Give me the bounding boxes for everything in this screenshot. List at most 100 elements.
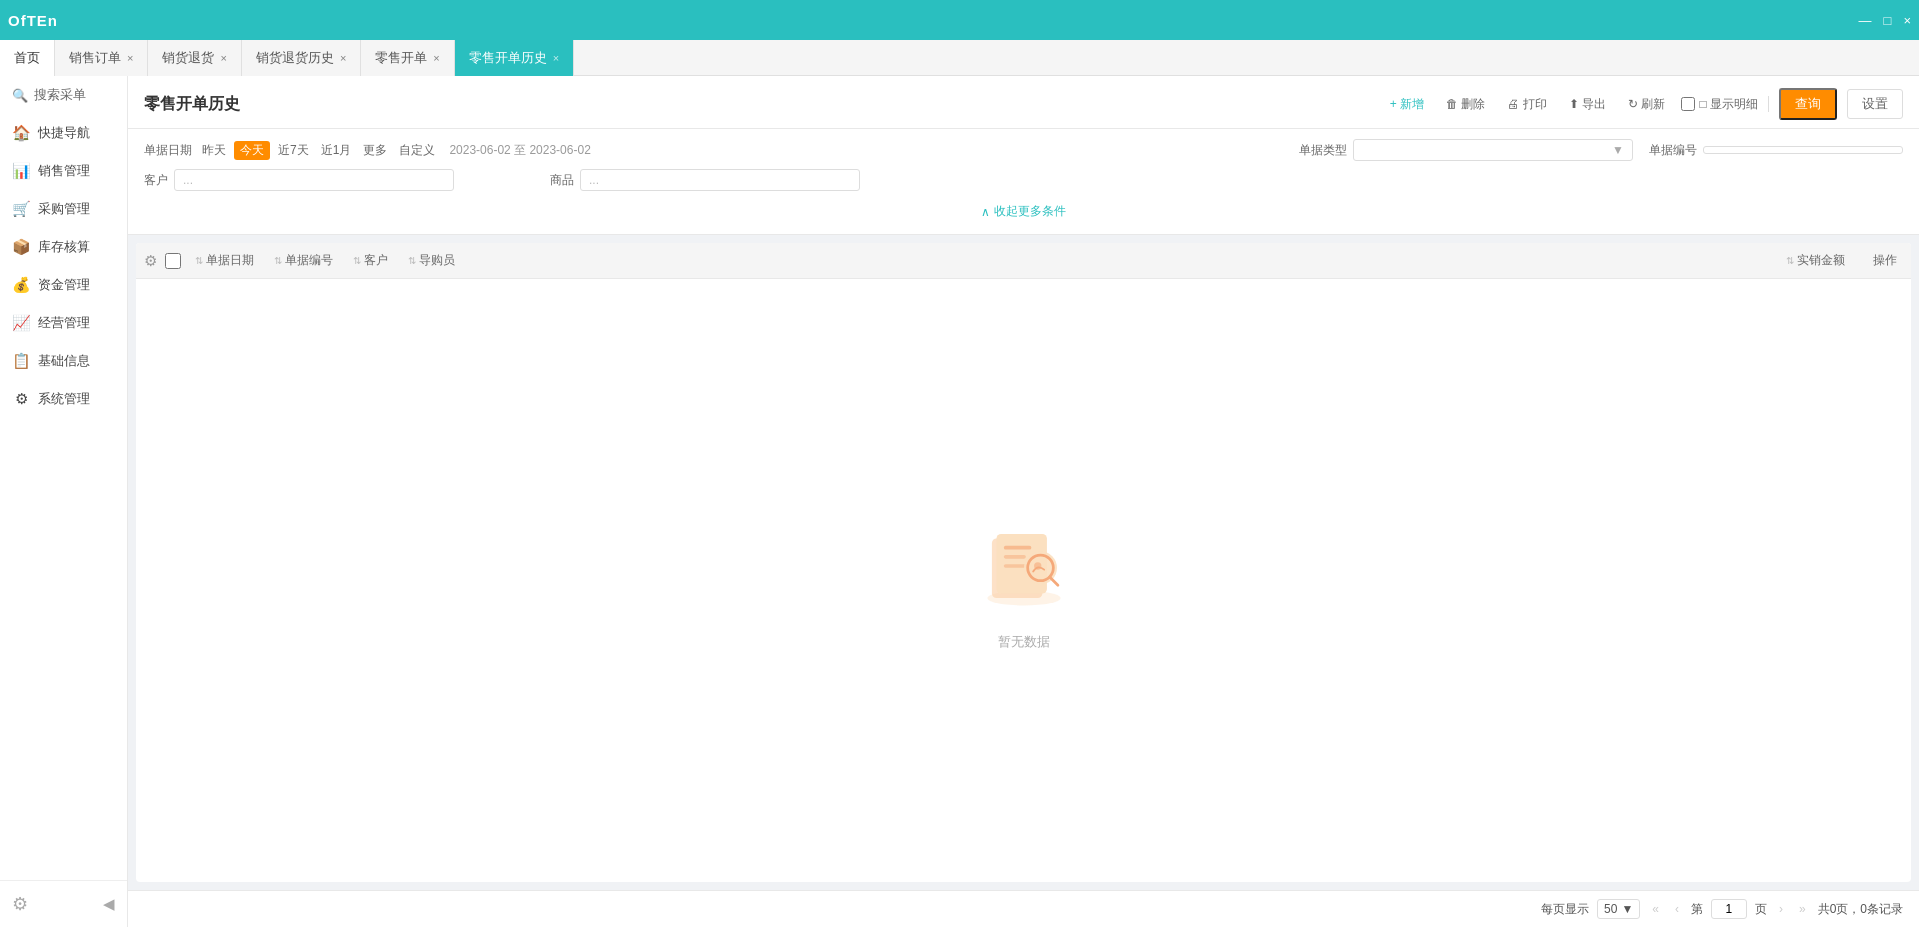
col-header-number[interactable]: ⇅ 单据编号 <box>268 252 339 269</box>
table-container: ⚙ ⇅ 单据日期 ⇅ 单据编号 ⇅ 客户 ⇅ 导购员 <box>136 243 1911 882</box>
last-page-btn[interactable]: » <box>1795 900 1810 918</box>
tab-close-retail-open[interactable]: × <box>433 52 439 64</box>
sidebar-icon-basic-info: 📋 <box>12 352 30 370</box>
minimize-btn[interactable]: — <box>1859 13 1872 28</box>
sidebar-search[interactable]: 🔍 搜索采单 <box>0 76 127 114</box>
type-filter-arrow: ▼ <box>1612 143 1624 157</box>
number-filter-input[interactable] <box>1703 146 1903 154</box>
maximize-btn[interactable]: □ <box>1884 13 1892 28</box>
col-guide-label: 导购员 <box>419 252 455 269</box>
main-layout: 🔍 搜索采单 🏠快捷导航📊销售管理 🛒 采购管理 📦库存核算💰资金管理📈经营管理 📋 基础… <box>0 76 1919 927</box>
col-number-label: 单据编号 <box>285 252 333 269</box>
svg-rect-3 <box>1003 545 1031 549</box>
page-size-select[interactable]: 50 ▼ <box>1597 899 1640 919</box>
sidebar-label-sales: 销售管理 <box>38 162 90 180</box>
tab-close-retail-open-history[interactable]: × <box>553 52 559 64</box>
app-logo: OfTEn <box>8 12 58 29</box>
col-sort-icon-5: ⇅ <box>1786 255 1794 266</box>
goods-filter: 商品 ... <box>550 169 860 191</box>
goods-filter-label: 商品 <box>550 172 574 189</box>
sidebar-item-operations[interactable]: 📈经营管理 <box>0 304 127 342</box>
sidebar-label-purchase: 采购管理 <box>38 200 90 218</box>
refresh-button[interactable]: ↻ 刷新 <box>1622 92 1671 117</box>
sidebar-item-system[interactable]: ⚙ 系统管理 <box>0 380 127 418</box>
customer-filter-input[interactable]: ... <box>174 169 454 191</box>
display-detail-toggle[interactable]: □ 显示明细 <box>1681 96 1758 113</box>
date-tab-自定义[interactable]: 自定义 <box>395 141 439 160</box>
delete-button[interactable]: 🗑 删除 <box>1440 92 1491 117</box>
col-sort-icon-4: ⇅ <box>408 255 416 266</box>
sidebar-item-finance[interactable]: 💰资金管理 <box>0 266 127 304</box>
tab-sales-return-history[interactable]: 销货退货历史× <box>242 40 361 76</box>
date-tab-更多[interactable]: 更多 <box>359 141 391 160</box>
tab-sales-order[interactable]: 销售订单× <box>55 40 148 76</box>
col-right: ⇅ 实销金额 操作 <box>1780 252 1903 269</box>
tab-close-sales-order[interactable]: × <box>127 52 133 64</box>
customer-filter-label: 客户 <box>144 172 168 189</box>
add-button[interactable]: + 新增 <box>1384 92 1430 117</box>
sidebar-label-system: 系统管理 <box>38 390 90 408</box>
tab-label-sales-return: 销货退货 <box>162 49 214 67</box>
query-button[interactable]: 查询 <box>1779 88 1837 120</box>
col-header-date[interactable]: ⇅ 单据日期 <box>189 252 260 269</box>
settings-button[interactable]: 设置 <box>1847 89 1903 119</box>
page-title: 零售开单历史 <box>144 94 240 115</box>
type-filter: 单据类型 ▼ <box>1299 139 1633 161</box>
date-filter: 单据日期 昨天今天近7天近1月更多自定义 2023-06-02 至 2023-0… <box>144 141 591 160</box>
col-header-amount[interactable]: ⇅ 实销金额 <box>1780 252 1851 269</box>
select-all-checkbox[interactable] <box>165 253 181 269</box>
date-tab-今天[interactable]: 今天 <box>234 141 270 160</box>
sidebar-item-purchase[interactable]: 🛒 采购管理 <box>0 190 127 228</box>
type-filter-select[interactable]: ▼ <box>1353 139 1633 161</box>
sidebar-icon-operations: 📈 <box>12 314 30 332</box>
tab-retail-open[interactable]: 零售开单 × <box>361 40 454 76</box>
collapse-bar[interactable]: ∧ 收起更多条件 <box>144 199 1903 224</box>
date-tab-近7天[interactable]: 近7天 <box>274 141 313 160</box>
settings-icon[interactable]: ⚙ <box>12 893 28 915</box>
tab-home[interactable]: 首页 <box>0 40 55 76</box>
sidebar-label-finance: 资金管理 <box>38 276 90 294</box>
window-controls: — □ × <box>1859 13 1911 28</box>
type-filter-label: 单据类型 <box>1299 142 1347 159</box>
col-header-guide[interactable]: ⇅ 导购员 <box>402 252 461 269</box>
table-settings-icon[interactable]: ⚙ <box>144 252 157 270</box>
sidebar-item-inventory[interactable]: 📦库存核算 <box>0 228 127 266</box>
page-size-value: 50 <box>1604 902 1617 916</box>
sidebar-item-basic-info[interactable]: 📋 基础信息 <box>0 342 127 380</box>
display-detail-checkbox[interactable] <box>1681 97 1695 111</box>
collapse-label: 收起更多条件 <box>994 203 1066 220</box>
tab-label-retail-open-history: 零售开单历史 <box>469 49 547 67</box>
next-page-btn[interactable]: › <box>1775 900 1787 918</box>
page-input[interactable] <box>1711 899 1747 919</box>
sidebar-icon-system: ⚙ <box>12 390 30 408</box>
sidebar-icon-purchase: 🛒 <box>12 200 30 218</box>
collapse-icon[interactable]: ◀ <box>103 895 115 913</box>
date-tab-近1月[interactable]: 近1月 <box>317 141 356 160</box>
col-sort-icon-2: ⇅ <box>274 255 282 266</box>
tab-sales-return[interactable]: 销货退货 × <box>148 40 241 76</box>
sidebar-item-sales[interactable]: 📊销售管理 <box>0 152 127 190</box>
print-button[interactable]: 🖨 打印 <box>1501 92 1552 117</box>
tab-close-sales-return-history[interactable]: × <box>340 52 346 64</box>
first-page-btn[interactable]: « <box>1648 900 1663 918</box>
goods-filter-input[interactable]: ... <box>580 169 860 191</box>
date-tab-昨天[interactable]: 昨天 <box>198 141 230 160</box>
tab-label-home: 首页 <box>14 49 40 67</box>
sidebar-icon-quick-nav: 🏠 <box>12 124 30 142</box>
tab-retail-open-history[interactable]: 零售开单历史 × <box>455 40 574 76</box>
date-tabs: 昨天今天近7天近1月更多自定义 <box>198 141 439 160</box>
date-range: 2023-06-02 至 2023-06-02 <box>449 142 590 159</box>
toolbar: + 新增 🗑 删除 🖨 打印 ⬆ 导出 ↻ 刷新 □ 显示明细 查询 设置 <box>1384 88 1903 120</box>
pagination: 每页显示 50 ▼ « ‹ 第 页 › » 共0页，0条记录 <box>128 890 1919 927</box>
col-amount-label: 实销金额 <box>1797 252 1845 269</box>
sidebar-item-quick-nav[interactable]: 🏠快捷导航 <box>0 114 127 152</box>
content-area: 零售开单历史 + 新增 🗑 删除 🖨 打印 ⬆ 导出 ↻ 刷新 □ 显示明细 查… <box>128 76 1919 927</box>
close-btn[interactable]: × <box>1903 13 1911 28</box>
export-button[interactable]: ⬆ 导出 <box>1563 92 1612 117</box>
sidebar-label-basic-info: 基础信息 <box>38 352 90 370</box>
col-header-customer[interactable]: ⇅ 客户 <box>347 252 394 269</box>
prev-page-btn[interactable]: ‹ <box>1671 900 1683 918</box>
tab-label-retail-open: 零售开单 <box>375 49 427 67</box>
col-action-label: 操作 <box>1873 252 1897 269</box>
tab-close-sales-return[interactable]: × <box>220 52 226 64</box>
